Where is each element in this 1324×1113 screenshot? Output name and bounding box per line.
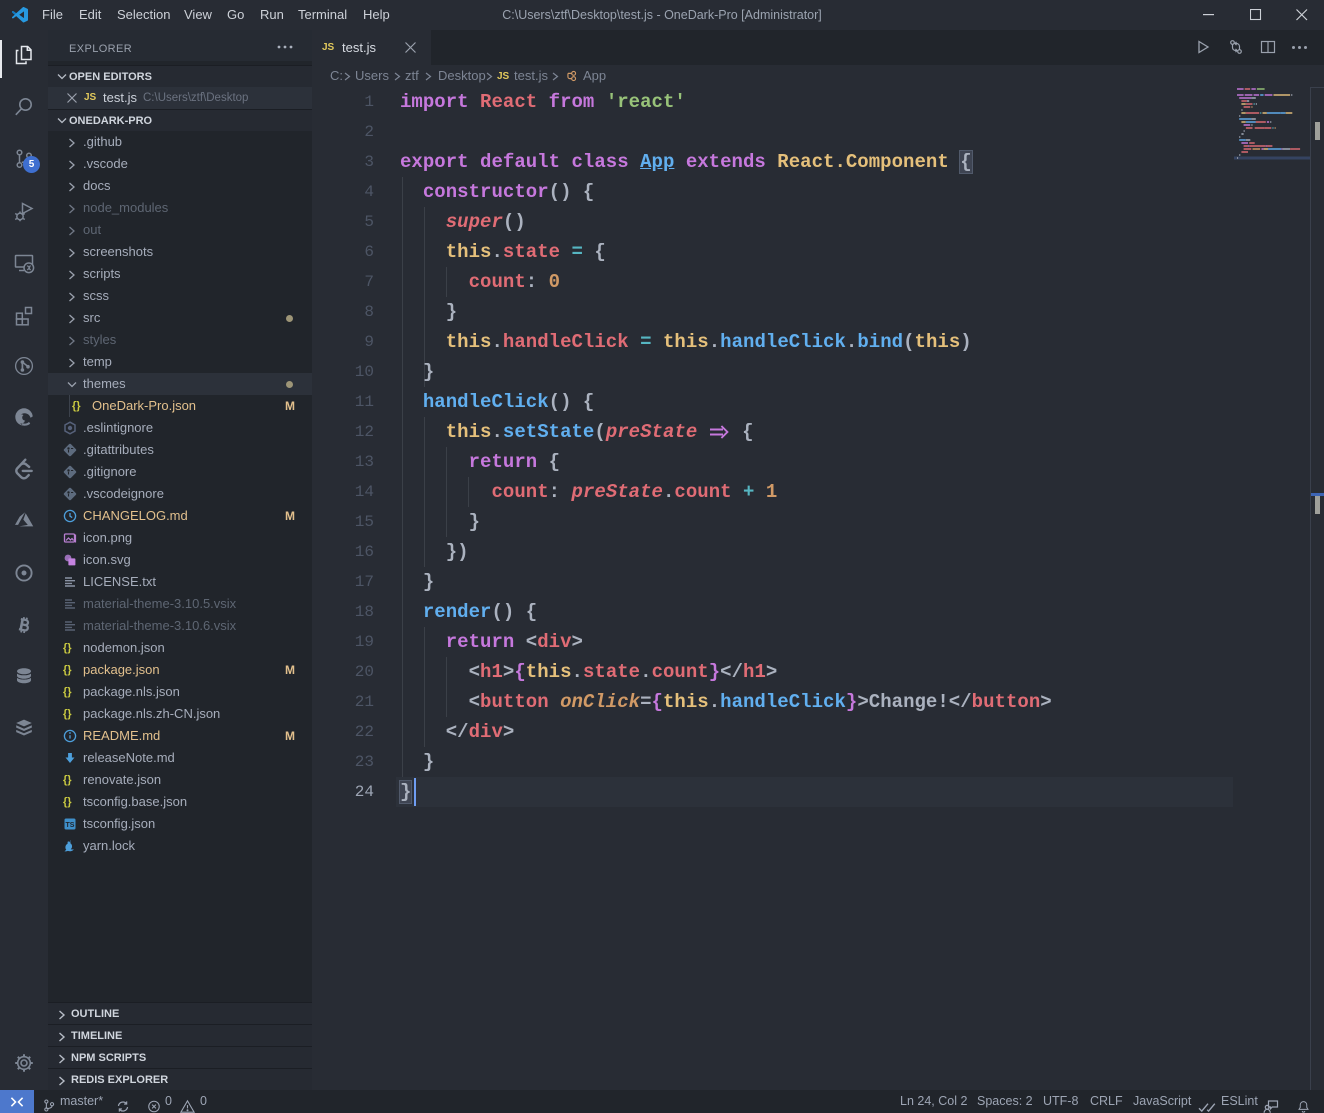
svg-text:TS: TS: [66, 822, 75, 829]
